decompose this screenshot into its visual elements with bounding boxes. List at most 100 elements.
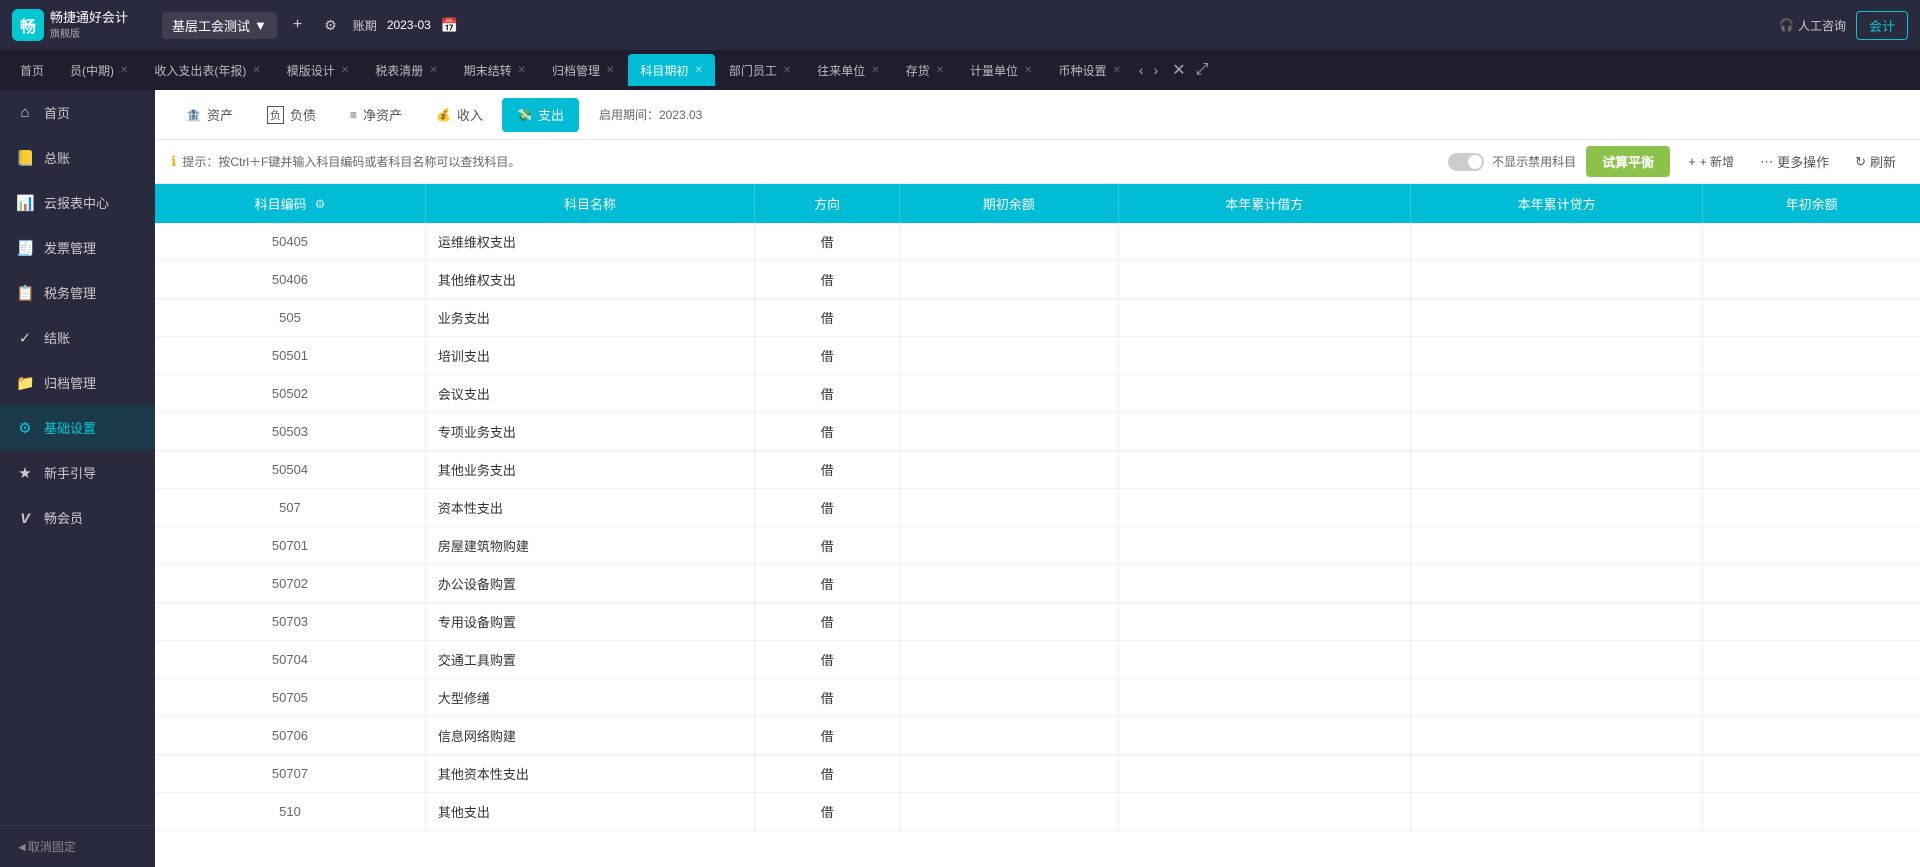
sidebar-item-ledger[interactable]: 📒 总账 (0, 135, 155, 180)
account-button[interactable]: 会计 (1856, 11, 1908, 40)
sub-tab-assets[interactable]: 🏦 资产 (171, 98, 248, 132)
sidebar-item-guide[interactable]: ★ 新手引导 (0, 450, 155, 495)
toggle-knob (1468, 155, 1482, 169)
table-row[interactable]: 50504 其他业务支出 借 (155, 451, 1920, 489)
cell-ytd-debit (1118, 641, 1410, 679)
close-icon[interactable]: ✕ (429, 65, 437, 76)
tab-close-all-button[interactable]: ✕ (1168, 58, 1189, 82)
cell-direction: 借 (755, 679, 900, 717)
sidebar-item-label: 结账 (44, 328, 70, 347)
subjects-table: 科目编码 ⚙ 科目名称 方向 期初余额 本年累计借方 本年累计贷方 年初余额 5… (155, 184, 1920, 831)
cell-ytd-debit (1118, 717, 1410, 755)
sidebar-item-home[interactable]: ⌂ 首页 (0, 90, 155, 135)
table-row[interactable]: 50704 交通工具购置 借 (155, 641, 1920, 679)
sidebar-item-reports[interactable]: 📊 云报表中心 (0, 180, 155, 225)
table-row[interactable]: 50503 专项业务支出 借 (155, 413, 1920, 451)
add-button[interactable]: + + 新增 (1680, 149, 1742, 174)
tab-tax-list[interactable]: 税表清册 ✕ (363, 54, 449, 86)
assets-icon: 🏦 (186, 108, 201, 122)
table-row[interactable]: 505 业务支出 借 (155, 299, 1920, 337)
sidebar-item-close[interactable]: ✓ 结账 (0, 315, 155, 360)
cell-name: 信息网络购建 (425, 717, 754, 755)
service-button[interactable]: 🎧 人工咨询 (1779, 17, 1846, 34)
hint-area: ℹ 提示：按Ctrl＋F键并输入科目编码或者科目名称可以查找科目。 不显示禁用科… (171, 153, 1576, 171)
table-row[interactable]: 50405 运维维权支出 借 (155, 223, 1920, 261)
member-icon: V (16, 510, 34, 526)
sidebar-item-settings[interactable]: ⚙ 基础设置 (0, 405, 155, 450)
close-icon[interactable]: ✕ (871, 65, 879, 76)
settings-icon[interactable]: ⚙ (318, 15, 343, 36)
sub-tab-income[interactable]: 💰 收入 (421, 98, 498, 132)
close-icon[interactable]: ✕ (518, 65, 526, 76)
cell-code: 50501 (155, 337, 425, 375)
tab-midterm[interactable]: 员(中期) ✕ (58, 54, 140, 86)
sub-tab-expenses[interactable]: 💸 支出 (502, 98, 579, 132)
sidebar-collapse-button[interactable]: ◄取消固定 (0, 825, 155, 867)
cell-name: 资本性支出 (425, 489, 754, 527)
tab-counterparty[interactable]: 往来单位 ✕ (805, 54, 891, 86)
table-row[interactable]: 50501 培训支出 借 (155, 337, 1920, 375)
close-icon[interactable]: ✕ (606, 65, 614, 76)
settings-icon: ⚙ (16, 419, 34, 437)
company-selector[interactable]: 基层工会测试 ▼ (162, 12, 277, 39)
logo-text: 畅捷通好会计 (50, 10, 128, 26)
table-row[interactable]: 50703 专用设备购置 借 (155, 603, 1920, 641)
sub-tab-equity[interactable]: ≡ 净资产 (335, 98, 417, 132)
add-company-button[interactable]: + (287, 14, 308, 36)
tab-prev-button[interactable]: ‹ (1135, 60, 1148, 80)
table-row[interactable]: 50701 房屋建筑物购建 借 (155, 527, 1920, 565)
cell-ytd-debit (1118, 261, 1410, 299)
cell-code: 50502 (155, 375, 425, 413)
sidebar-item-label: 首页 (44, 103, 70, 122)
close-icon[interactable]: ✕ (1024, 65, 1032, 76)
tab-subject-init[interactable]: 科目期初 ✕ (628, 54, 714, 86)
close-icon[interactable]: ✕ (252, 65, 260, 76)
sidebar-item-tax[interactable]: 📋 税务管理 (0, 270, 155, 315)
close-icon[interactable]: ✕ (1112, 65, 1120, 76)
close-icon[interactable]: ✕ (783, 65, 791, 76)
period-info: 启用期间：2023.03 (599, 106, 702, 123)
close-icon[interactable]: ✕ (341, 65, 349, 76)
more-actions-button[interactable]: ⋯ 更多操作 (1752, 148, 1837, 175)
sidebar-item-member[interactable]: V 畅会员 (0, 495, 155, 540)
table-row[interactable]: 50702 办公设备购置 借 (155, 565, 1920, 603)
sidebar-item-invoice[interactable]: 🧾 发票管理 (0, 225, 155, 270)
cell-balance (899, 679, 1118, 717)
tab-period-close[interactable]: 期末结转 ✕ (452, 54, 538, 86)
col-direction: 方向 (755, 184, 900, 223)
cell-direction: 借 (755, 337, 900, 375)
tab-inventory[interactable]: 存货 ✕ (894, 54, 956, 86)
sub-tab-liabilities[interactable]: 负 负债 (252, 98, 331, 132)
refresh-button[interactable]: ↻ 刷新 (1847, 148, 1904, 175)
tab-currency[interactable]: 币种设置 ✕ (1046, 54, 1132, 86)
tab-next-button[interactable]: › (1150, 60, 1163, 80)
table-row[interactable]: 50406 其他维权支出 借 (155, 261, 1920, 299)
table-row[interactable]: 510 其他支出 借 (155, 793, 1920, 831)
tab-template[interactable]: 模版设计 ✕ (275, 54, 361, 86)
sidebar-item-label: 云报表中心 (44, 193, 109, 212)
sidebar-item-archive[interactable]: 📁 归档管理 (0, 360, 155, 405)
cell-ytd-debit (1118, 451, 1410, 489)
tab-home[interactable]: 首页 (8, 54, 56, 86)
tab-annual-report[interactable]: 收入支出表(年报) ✕ (142, 54, 272, 86)
close-icon[interactable]: ✕ (694, 65, 702, 76)
sidebar-item-label: 发票管理 (44, 238, 96, 257)
cell-year-balance (1703, 717, 1920, 755)
calendar-icon[interactable]: 📅 (441, 17, 458, 34)
table-row[interactable]: 50502 会议支出 借 (155, 375, 1920, 413)
table-row[interactable]: 50705 大型修缮 借 (155, 679, 1920, 717)
col-settings-icon[interactable]: ⚙ (315, 197, 326, 211)
table-row[interactable]: 50706 信息网络购建 借 (155, 717, 1920, 755)
table-row[interactable]: 50707 其他资本性支出 借 (155, 755, 1920, 793)
table-row[interactable]: 507 资本性支出 借 (155, 489, 1920, 527)
close-icon[interactable]: ✕ (936, 65, 944, 76)
show-disabled-toggle[interactable] (1448, 153, 1484, 171)
tab-dept-staff[interactable]: 部门员工 ✕ (717, 54, 803, 86)
tab-unit[interactable]: 计量单位 ✕ (958, 54, 1044, 86)
close-icon[interactable]: ✕ (120, 65, 128, 76)
tab-expand-button[interactable]: ⤢ (1192, 59, 1213, 81)
tab-archive[interactable]: 归档管理 ✕ (540, 54, 626, 86)
cell-code: 50704 (155, 641, 425, 679)
cell-direction: 借 (755, 413, 900, 451)
balance-button[interactable]: 试算平衡 (1586, 146, 1670, 177)
